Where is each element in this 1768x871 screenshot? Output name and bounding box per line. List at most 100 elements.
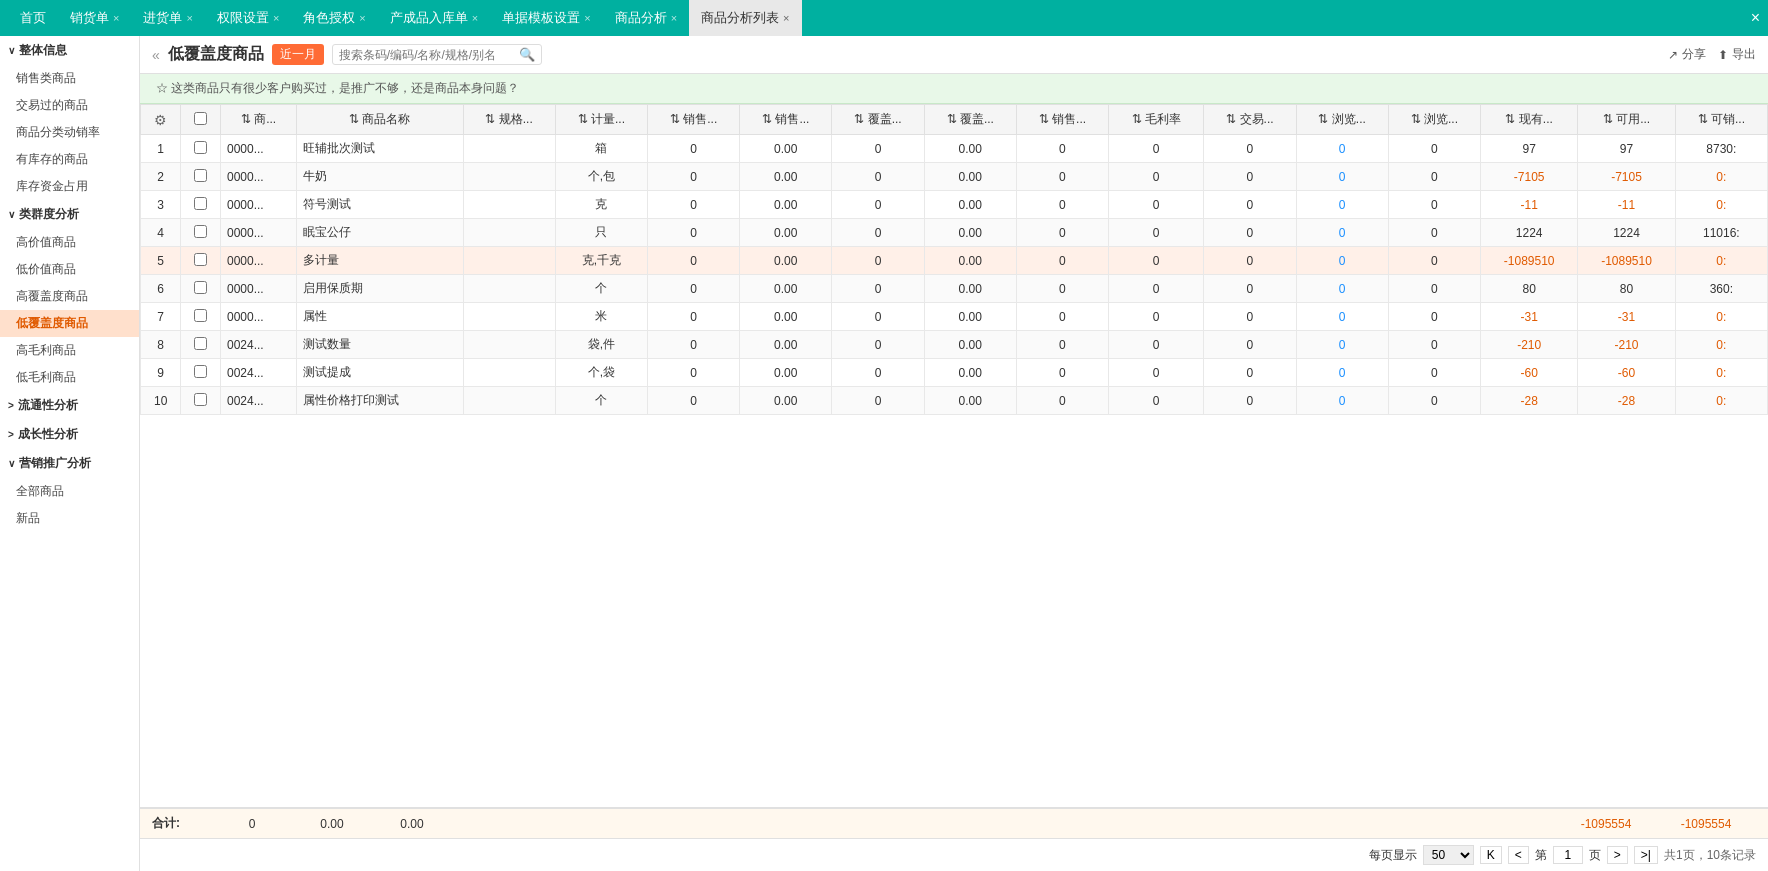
nav-item-production[interactable]: 产成品入库单 × (378, 0, 490, 36)
row-browse1[interactable]: 0 (1296, 219, 1388, 247)
close-icon[interactable]: × (273, 12, 279, 24)
sidebar-item-traded-goods[interactable]: 交易过的商品 (0, 92, 139, 119)
page-size-select[interactable]: 50 100 200 (1423, 845, 1474, 865)
column-sales-qty[interactable]: ⇅ 销售... (647, 105, 739, 135)
row-checkbox[interactable] (181, 387, 221, 415)
sidebar-item-high-coverage[interactable]: 高覆盖度商品 (0, 283, 139, 310)
nav-item-templates[interactable]: 单据模板设置 × (490, 0, 602, 36)
row-select-checkbox[interactable] (194, 197, 207, 210)
last-page-button[interactable]: >| (1634, 846, 1658, 864)
row-browse1[interactable]: 0 (1296, 247, 1388, 275)
sidebar-item-high-value[interactable]: 高价值商品 (0, 229, 139, 256)
close-icon[interactable]: × (359, 12, 365, 24)
export-button[interactable]: ⬆ 导出 (1718, 46, 1756, 63)
row-select-checkbox[interactable] (194, 169, 207, 182)
first-page-button[interactable]: K (1480, 846, 1502, 864)
sidebar-item-low-coverage[interactable]: 低覆盖度商品 (0, 310, 139, 337)
sidebar-item-low-value[interactable]: 低价值商品 (0, 256, 139, 283)
sidebar-item-all-goods[interactable]: 全部商品 (0, 478, 139, 505)
row-checkbox[interactable] (181, 331, 221, 359)
close-icon[interactable]: × (186, 12, 192, 24)
search-input[interactable] (339, 48, 519, 62)
column-browse2[interactable]: ⇅ 浏览... (1388, 105, 1480, 135)
column-sales3[interactable]: ⇅ 销售... (1016, 105, 1108, 135)
collapse-button[interactable]: « (152, 47, 160, 63)
row-browse1[interactable]: 0 (1296, 163, 1388, 191)
column-gear[interactable]: ⚙ (141, 105, 181, 135)
column-browse1[interactable]: ⇅ 浏览... (1296, 105, 1388, 135)
sidebar-item-high-margin[interactable]: 高毛利商品 (0, 337, 139, 364)
sidebar-item-in-stock[interactable]: 有库存的商品 (0, 146, 139, 173)
row-unit: 个,包 (555, 163, 647, 191)
row-browse1[interactable]: 0 (1296, 359, 1388, 387)
column-checkbox[interactable] (181, 105, 221, 135)
close-icon[interactable]: × (472, 12, 478, 24)
row-checkbox[interactable] (181, 275, 221, 303)
row-select-checkbox[interactable] (194, 365, 207, 378)
sidebar-section-cluster[interactable]: ∨ 类群度分析 (0, 200, 139, 229)
sidebar-item-category-rate[interactable]: 商品分类动销率 (0, 119, 139, 146)
row-browse1[interactable]: 0 (1296, 191, 1388, 219)
column-name[interactable]: ⇅ 商品名称 (296, 105, 463, 135)
column-sales-amt[interactable]: ⇅ 销售... (740, 105, 832, 135)
row-checkbox[interactable] (181, 303, 221, 331)
close-icon[interactable]: × (783, 12, 789, 24)
column-gross[interactable]: ⇅ 毛利率 (1109, 105, 1204, 135)
nav-item-roles[interactable]: 角色授权 × (291, 0, 377, 36)
nav-item-sales[interactable]: 销货单 × (58, 0, 131, 36)
close-icon[interactable]: × (113, 12, 119, 24)
row-select-checkbox[interactable] (194, 281, 207, 294)
nav-item-permissions[interactable]: 权限设置 × (205, 0, 291, 36)
column-saleable[interactable]: ⇅ 可销... (1675, 105, 1767, 135)
nav-item-purchase[interactable]: 进货单 × (131, 0, 204, 36)
table-footer: 合计: 0 0.00 0.00 -1095554 -1095554 (140, 807, 1768, 838)
column-available[interactable]: ⇅ 可用... (1578, 105, 1675, 135)
period-button[interactable]: 近一月 (272, 44, 324, 65)
sidebar-section-marketing[interactable]: ∨ 营销推广分析 (0, 449, 139, 478)
sidebar-section-overall[interactable]: ∨ 整体信息 (0, 36, 139, 65)
row-select-checkbox[interactable] (194, 337, 207, 350)
row-checkbox[interactable] (181, 135, 221, 163)
column-unit[interactable]: ⇅ 计量... (555, 105, 647, 135)
sidebar-item-new-goods[interactable]: 新品 (0, 505, 139, 532)
nav-item-goods-analysis[interactable]: 商品分析 × (603, 0, 689, 36)
share-button[interactable]: ↗ 分享 (1668, 46, 1706, 63)
nav-item-goods-analysis-list[interactable]: 商品分析列表 × (689, 0, 801, 36)
close-all-button[interactable]: × (1751, 9, 1760, 27)
column-cover1[interactable]: ⇅ 覆盖... (832, 105, 924, 135)
row-select-checkbox[interactable] (194, 253, 207, 266)
row-checkbox[interactable] (181, 359, 221, 387)
row-select-checkbox[interactable] (194, 393, 207, 406)
next-page-button[interactable]: > (1607, 846, 1628, 864)
row-no: 9 (141, 359, 181, 387)
column-spec[interactable]: ⇅ 规格... (463, 105, 555, 135)
row-checkbox[interactable] (181, 163, 221, 191)
prev-page-button[interactable]: < (1508, 846, 1529, 864)
column-cover2[interactable]: ⇅ 覆盖... (924, 105, 1016, 135)
select-all-checkbox[interactable] (194, 112, 207, 125)
row-browse1[interactable]: 0 (1296, 275, 1388, 303)
row-browse1[interactable]: 0 (1296, 387, 1388, 415)
row-browse1[interactable]: 0 (1296, 331, 1388, 359)
sidebar-item-low-margin[interactable]: 低毛利商品 (0, 364, 139, 391)
nav-item-home[interactable]: 首页 (8, 0, 58, 36)
sidebar-section-growth[interactable]: > 成长性分析 (0, 420, 139, 449)
column-current[interactable]: ⇅ 现有... (1480, 105, 1577, 135)
close-icon[interactable]: × (671, 12, 677, 24)
close-icon[interactable]: × (584, 12, 590, 24)
row-browse1[interactable]: 0 (1296, 135, 1388, 163)
row-select-checkbox[interactable] (194, 309, 207, 322)
column-trade[interactable]: ⇅ 交易... (1204, 105, 1296, 135)
row-checkbox[interactable] (181, 247, 221, 275)
row-checkbox[interactable] (181, 191, 221, 219)
sidebar-item-sales-goods[interactable]: 销售类商品 (0, 65, 139, 92)
row-select-checkbox[interactable] (194, 141, 207, 154)
row-checkbox[interactable] (181, 219, 221, 247)
row-browse1[interactable]: 0 (1296, 303, 1388, 331)
column-code[interactable]: ⇅ 商... (221, 105, 297, 135)
sidebar-section-liquidity[interactable]: > 流通性分析 (0, 391, 139, 420)
row-select-checkbox[interactable] (194, 225, 207, 238)
row-saleable: 0: (1675, 163, 1767, 191)
page-input[interactable] (1553, 846, 1583, 864)
sidebar-item-capital[interactable]: 库存资金占用 (0, 173, 139, 200)
